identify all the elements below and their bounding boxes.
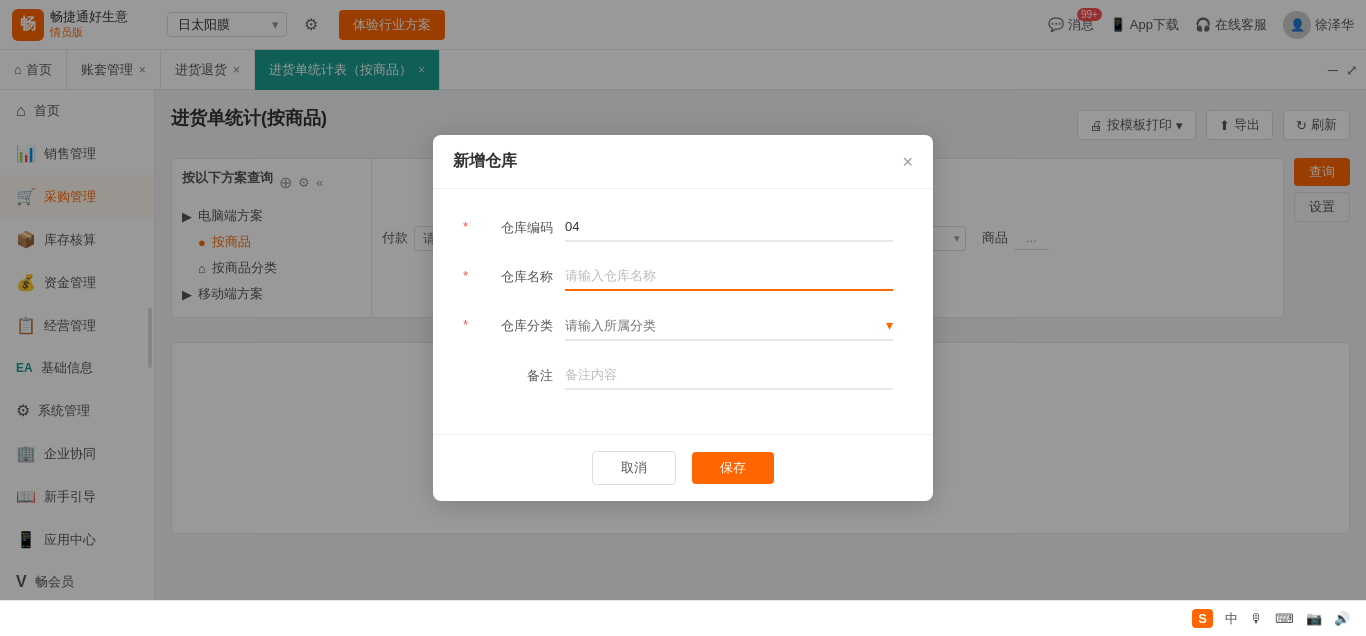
form-row-code: 仓库编码 (473, 213, 893, 242)
form-row-name: 仓库名称 (473, 262, 893, 291)
form-note-label: 备注 (473, 367, 553, 385)
form-name-label: 仓库名称 (473, 268, 553, 286)
modal-close-button[interactable]: × (902, 153, 913, 171)
form-row-note: 备注 (473, 361, 893, 390)
category-dropdown-icon: ▾ (886, 317, 893, 333)
cancel-button[interactable]: 取消 (592, 451, 676, 485)
form-code-label: 仓库编码 (473, 219, 553, 237)
modal-body: 仓库编码 仓库名称 仓库分类 ▾ 备注 (433, 189, 933, 434)
new-warehouse-modal: 新增仓库 × 仓库编码 仓库名称 仓库分类 ▾ (433, 135, 933, 501)
form-category-select[interactable]: ▾ (565, 311, 893, 341)
form-category-label: 仓库分类 (473, 317, 553, 335)
category-input[interactable] (565, 318, 886, 333)
form-row-category: 仓库分类 ▾ (473, 311, 893, 341)
warehouse-code-input[interactable] (565, 213, 893, 242)
bottom-keyboard-icon[interactable]: ⌨ (1275, 611, 1294, 626)
warehouse-note-input[interactable] (565, 361, 893, 390)
bottom-camera-icon[interactable]: 📷 (1306, 611, 1322, 626)
s-logo: S (1192, 609, 1213, 628)
bottom-speaker-icon[interactable]: 🔊 (1334, 611, 1350, 626)
warehouse-name-input[interactable] (565, 262, 893, 291)
modal-header: 新增仓库 × (433, 135, 933, 189)
modal-overlay: 新增仓库 × 仓库编码 仓库名称 仓库分类 ▾ (0, 0, 1366, 636)
bottom-mic-icon[interactable]: 🎙 (1250, 611, 1263, 626)
bottom-chinese-icon[interactable]: 中 (1225, 610, 1238, 628)
modal-footer: 取消 保存 (433, 434, 933, 501)
save-button[interactable]: 保存 (692, 452, 774, 484)
modal-title: 新增仓库 (453, 151, 517, 172)
bottom-bar: S 中 🎙 ⌨ 📷 🔊 (0, 600, 1366, 636)
